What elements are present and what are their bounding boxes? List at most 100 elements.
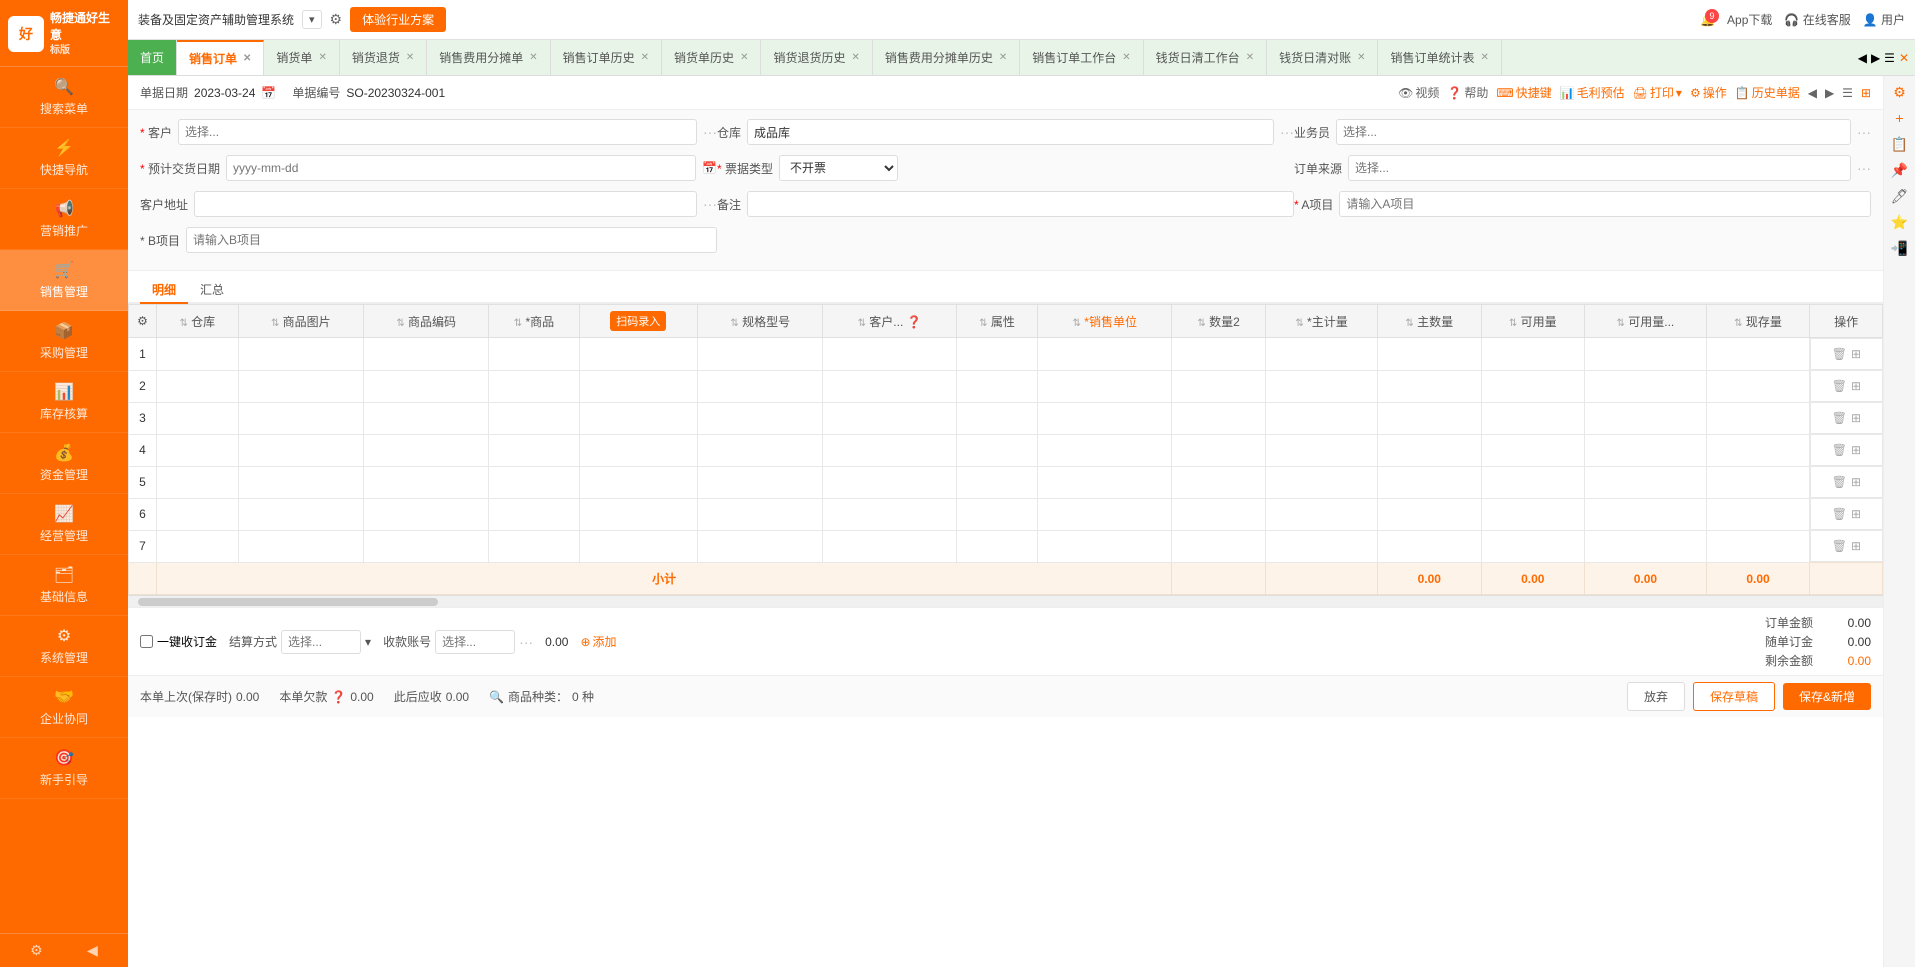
row-attr-3[interactable] — [956, 402, 1038, 434]
row-code-3[interactable] — [364, 402, 489, 434]
row-main-unit-1[interactable] — [1266, 338, 1378, 371]
operation-btn[interactable]: ⚙ 操作 — [1690, 84, 1727, 101]
row-delete-7[interactable]: 🗑 — [1832, 539, 1847, 553]
one-click-checkbox[interactable] — [140, 635, 153, 648]
collapse-btn[interactable]: ◀ — [87, 942, 98, 959]
remarks-input[interactable] — [747, 191, 1294, 217]
row-delete-3[interactable]: 🗑 — [1832, 411, 1847, 425]
delivery-calendar-icon[interactable]: 📅 — [702, 161, 717, 175]
row-stock-7[interactable] — [1706, 530, 1810, 563]
row-available2-2[interactable] — [1585, 370, 1707, 402]
address-input[interactable] — [194, 191, 697, 217]
row-copy-7[interactable]: ⊞ — [1851, 539, 1861, 553]
fullscreen-btn[interactable]: ⊞ — [1861, 86, 1871, 100]
row-available2-4[interactable] — [1585, 434, 1707, 466]
sidebar-item-inventory[interactable]: 📊 库存核算 — [0, 372, 128, 433]
row-delete-2[interactable]: 🗑 — [1832, 379, 1847, 393]
discard-btn[interactable]: 放弃 — [1627, 682, 1685, 711]
system-dropdown[interactable]: ▾ — [302, 10, 322, 29]
tab-close-order-stats[interactable]: ✕ — [1481, 52, 1489, 63]
row-qty2-4[interactable] — [1172, 434, 1266, 466]
tab-daily-reconcile[interactable]: 钱货日清对账 ✕ — [1267, 40, 1378, 75]
row-main-unit-5[interactable] — [1266, 466, 1378, 498]
row-code-4[interactable] — [364, 434, 489, 466]
row-image-4[interactable] — [238, 434, 363, 466]
right-btn-4[interactable]: ⭐ — [1888, 210, 1912, 234]
row-warehouse-4[interactable] — [157, 434, 239, 466]
payment-method-input[interactable] — [281, 630, 361, 654]
order-source-input[interactable] — [1348, 155, 1851, 181]
row-product-5[interactable] — [489, 466, 579, 498]
tab-close-order-history[interactable]: ✕ — [641, 52, 649, 63]
row-attr-4[interactable] — [956, 434, 1038, 466]
tab-close-return-history[interactable]: ✕ — [851, 52, 859, 63]
row-product-1[interactable] — [489, 338, 579, 371]
row-spec-7[interactable] — [698, 530, 823, 563]
row-spec-5[interactable] — [698, 466, 823, 498]
row-action-4[interactable]: 🗑 ⊞ — [1810, 434, 1882, 466]
row-available-4[interactable] — [1481, 434, 1585, 466]
row-scan-7[interactable] — [579, 530, 698, 563]
tab-order-workbench[interactable]: 销售订单工作台 ✕ — [1020, 40, 1143, 75]
settings-bottom-btn[interactable]: ⚙ — [30, 942, 43, 959]
b-project-input[interactable] — [186, 227, 717, 253]
row-code-6[interactable] — [364, 498, 489, 530]
row-stock-1[interactable] — [1706, 338, 1810, 371]
row-stock-6[interactable] — [1706, 498, 1810, 530]
scroll-thumb[interactable] — [138, 598, 438, 606]
tab-close-daily-reconcile[interactable]: ✕ — [1357, 52, 1365, 63]
customer-input[interactable] — [178, 119, 697, 145]
row-unit-2[interactable] — [1038, 370, 1172, 402]
calendar-icon[interactable]: 📅 — [261, 86, 276, 100]
row-stock-4[interactable] — [1706, 434, 1810, 466]
tab-order-history[interactable]: 销售订单历史 ✕ — [551, 40, 662, 75]
row-warehouse-5[interactable] — [157, 466, 239, 498]
row-customer-code-2[interactable] — [823, 370, 956, 402]
print-btn[interactable]: 🖨 打印 ▾ — [1633, 84, 1682, 101]
customer-dots[interactable]: ··· — [703, 124, 717, 140]
tab-next-btn[interactable]: ▶ — [1871, 51, 1880, 65]
shortcut-btn[interactable]: ⌨ 快捷键 — [1496, 84, 1551, 101]
tab-close-invoice-history[interactable]: ✕ — [740, 52, 748, 63]
row-attr-1[interactable] — [956, 338, 1038, 371]
view-btn[interactable]: 👁 视频 — [1398, 84, 1439, 101]
tab-expense-history[interactable]: 销售费用分摊单历史 ✕ — [873, 40, 1020, 75]
warehouse-input[interactable] — [747, 119, 1274, 145]
right-btn-2[interactable]: 📌 — [1888, 158, 1912, 182]
row-scan-5[interactable] — [579, 466, 698, 498]
row-warehouse-3[interactable] — [157, 402, 239, 434]
account-input[interactable] — [435, 630, 515, 654]
row-attr-5[interactable] — [956, 466, 1038, 498]
row-main-qty-7[interactable] — [1378, 530, 1482, 563]
row-qty2-6[interactable] — [1172, 498, 1266, 530]
row-main-qty-1[interactable] — [1378, 338, 1482, 371]
row-action-3[interactable]: 🗑 ⊞ — [1810, 402, 1882, 434]
scan-btn[interactable]: 扫码录入 — [610, 311, 666, 331]
row-action-1[interactable]: 🗑 ⊞ — [1810, 338, 1882, 370]
tab-close-return[interactable]: ✕ — [406, 52, 414, 63]
sidebar-item-operations[interactable]: 📈 经营管理 — [0, 494, 128, 555]
row-available-7[interactable] — [1481, 530, 1585, 563]
row-copy-3[interactable]: ⊞ — [1851, 411, 1861, 425]
row-available-6[interactable] — [1481, 498, 1585, 530]
row-unit-4[interactable] — [1038, 434, 1172, 466]
payment-dropdown-icon[interactable]: ▾ — [365, 635, 371, 649]
right-btn-3[interactable]: 🖊 — [1888, 184, 1912, 208]
sidebar-item-sales[interactable]: 🛒 销售管理 — [0, 250, 128, 311]
staff-input[interactable] — [1336, 119, 1851, 145]
row-action-2[interactable]: 🗑 ⊞ — [1810, 370, 1882, 402]
row-main-qty-2[interactable] — [1378, 370, 1482, 402]
row-available-1[interactable] — [1481, 338, 1585, 371]
tab-close-expense[interactable]: ✕ — [529, 52, 537, 63]
tab-menu-btn[interactable]: ☰ — [1884, 51, 1895, 65]
row-action-6[interactable]: 🗑 ⊞ — [1810, 498, 1882, 530]
right-add-material-btn[interactable]: + — [1888, 106, 1912, 130]
row-image-1[interactable] — [238, 338, 363, 371]
row-unit-6[interactable] — [1038, 498, 1172, 530]
tab-return-history[interactable]: 销货退货历史 ✕ — [761, 40, 872, 75]
delivery-input[interactable] — [226, 155, 696, 181]
order-source-dots[interactable]: ··· — [1857, 160, 1871, 176]
row-main-unit-2[interactable] — [1266, 370, 1378, 402]
industry-btn[interactable]: 体验行业方案 — [350, 7, 446, 32]
row-delete-5[interactable]: 🗑 — [1832, 475, 1847, 489]
